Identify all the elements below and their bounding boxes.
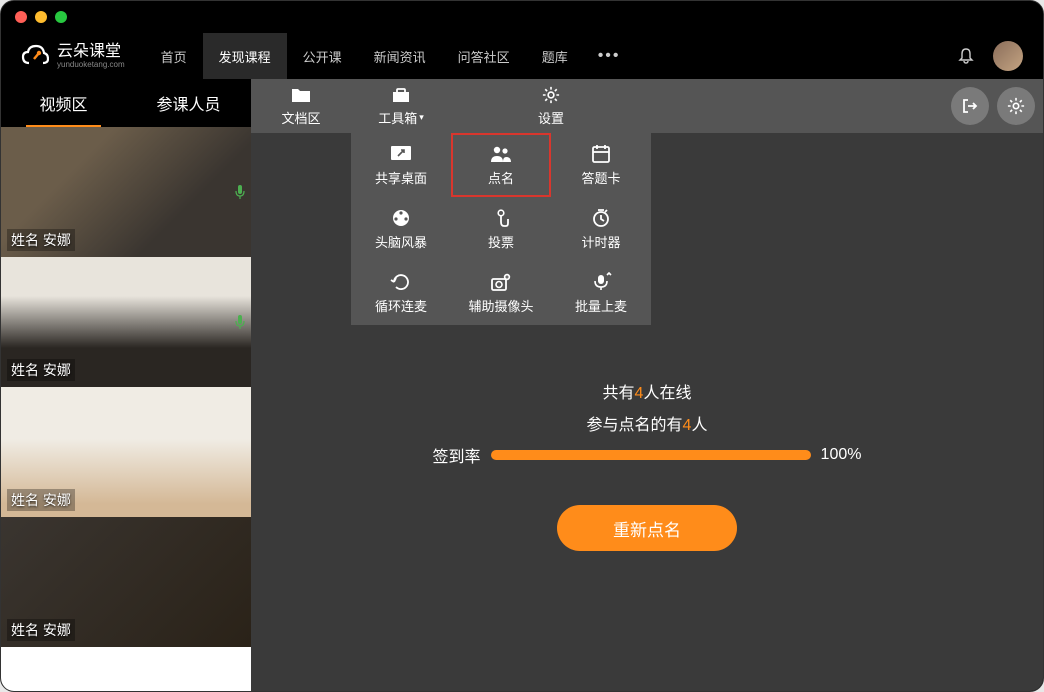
exit-button[interactable] <box>951 87 989 125</box>
film-reel-icon <box>389 208 413 228</box>
docs-area-button[interactable]: 文档区 <box>251 79 351 133</box>
re-rollcall-button[interactable]: 重新点名 <box>557 505 737 551</box>
logo-text: 云朵课堂 <box>57 44 125 60</box>
participated-count-text: 参与点名的有4人 <box>587 411 708 435</box>
maximize-window[interactable] <box>55 11 67 23</box>
nav-discover[interactable]: 发现课程 <box>203 33 287 80</box>
tab-video[interactable]: 视频区 <box>1 79 126 127</box>
video-participant[interactable]: 姓名 安娜 <box>1 127 251 257</box>
user-avatar[interactable] <box>993 41 1023 71</box>
cloud-logo-icon <box>21 43 49 69</box>
main-content: 文档区 工具箱▾ 设置 <box>251 79 1043 692</box>
rollcall-item[interactable]: 点名 <box>451 133 551 197</box>
exit-icon <box>961 97 979 115</box>
vote-item[interactable]: 投票 <box>451 197 551 261</box>
nav-home[interactable]: 首页 <box>145 33 203 80</box>
video-sidebar: 视频区 参课人员 姓名 安娜 姓名 安娜 姓名 安娜 <box>1 79 251 692</box>
chevron-down-icon: ▾ <box>419 112 424 123</box>
brainstorm-item[interactable]: 头脑风暴 <box>351 197 451 261</box>
aux-camera-item[interactable]: 辅助摄像头 <box>451 261 551 325</box>
logo-subtext: yunduoketang.com <box>57 60 125 69</box>
clock-icon <box>589 208 613 228</box>
people-icon <box>489 144 513 164</box>
video-participant[interactable]: 姓名 安娜 <box>1 387 251 517</box>
gear-icon <box>540 86 562 104</box>
content-toolbar: 文档区 工具箱▾ 设置 <box>251 79 1043 133</box>
online-count-text: 共有4人在线 <box>603 379 692 403</box>
video-empty-slot <box>1 647 251 692</box>
calendar-icon <box>589 144 613 164</box>
minimize-window[interactable] <box>35 11 47 23</box>
cycle-mic-item[interactable]: 循环连麦 <box>351 261 451 325</box>
share-desktop-item[interactable]: 共享桌面 <box>351 133 451 197</box>
mic-active-icon <box>235 314 245 330</box>
logo[interactable]: 云朵课堂 yunduoketang.com <box>21 43 125 69</box>
rate-label: 签到率 <box>433 443 481 467</box>
refresh-icon <box>389 272 413 292</box>
hand-tap-icon <box>489 208 513 228</box>
tab-participants[interactable]: 参课人员 <box>126 79 251 127</box>
notification-bell-icon[interactable] <box>957 47 975 65</box>
rollcall-panel: 共有4人在线 参与点名的有4人 签到率 100% 重新点名 <box>251 379 1043 551</box>
nav-open-class[interactable]: 公开课 <box>287 33 358 80</box>
answer-card-item[interactable]: 答题卡 <box>551 133 651 197</box>
toolbox-icon <box>390 86 412 104</box>
toolbox-button[interactable]: 工具箱▾ <box>351 79 451 133</box>
video-participant[interactable]: 姓名 安娜 <box>1 517 251 647</box>
participant-name: 姓名 安娜 <box>7 489 75 511</box>
app-window: 云朵课堂 yunduoketang.com 首页 发现课程 公开课 新闻资讯 问… <box>0 0 1044 692</box>
nav-qa[interactable]: 问答社区 <box>442 33 526 80</box>
settings-button[interactable]: 设置 <box>501 79 601 133</box>
gear-icon <box>1007 97 1025 115</box>
close-window[interactable] <box>15 11 27 23</box>
nav-more[interactable]: ••• <box>584 47 635 65</box>
folder-icon <box>290 86 312 104</box>
participant-name: 姓名 安娜 <box>7 619 75 641</box>
batch-mic-item[interactable]: 批量上麦 <box>551 261 651 325</box>
screen-share-icon <box>389 144 413 164</box>
toolbox-dropdown: 共享桌面 点名 答题卡 头脑风暴 投票 <box>351 133 651 325</box>
nav-news[interactable]: 新闻资讯 <box>358 33 442 80</box>
participant-name: 姓名 安娜 <box>7 359 75 381</box>
video-participant[interactable]: 姓名 安娜 <box>1 257 251 387</box>
timer-item[interactable]: 计时器 <box>551 197 651 261</box>
nav-questions[interactable]: 题库 <box>526 33 584 80</box>
settings-gear-button[interactable] <box>997 87 1035 125</box>
rate-value: 100% <box>821 446 862 464</box>
mic-active-icon <box>235 184 245 200</box>
participant-name: 姓名 安娜 <box>7 229 75 251</box>
camera-plus-icon <box>489 272 513 292</box>
attendance-rate-row: 签到率 100% <box>433 443 862 467</box>
rate-progress-bar <box>491 450 811 460</box>
titlebar <box>1 1 1043 33</box>
top-nav: 云朵课堂 yunduoketang.com 首页 发现课程 公开课 新闻资讯 问… <box>1 33 1043 79</box>
mic-up-icon <box>589 272 613 292</box>
video-list: 姓名 安娜 姓名 安娜 姓名 安娜 姓名 安娜 <box>1 127 251 692</box>
